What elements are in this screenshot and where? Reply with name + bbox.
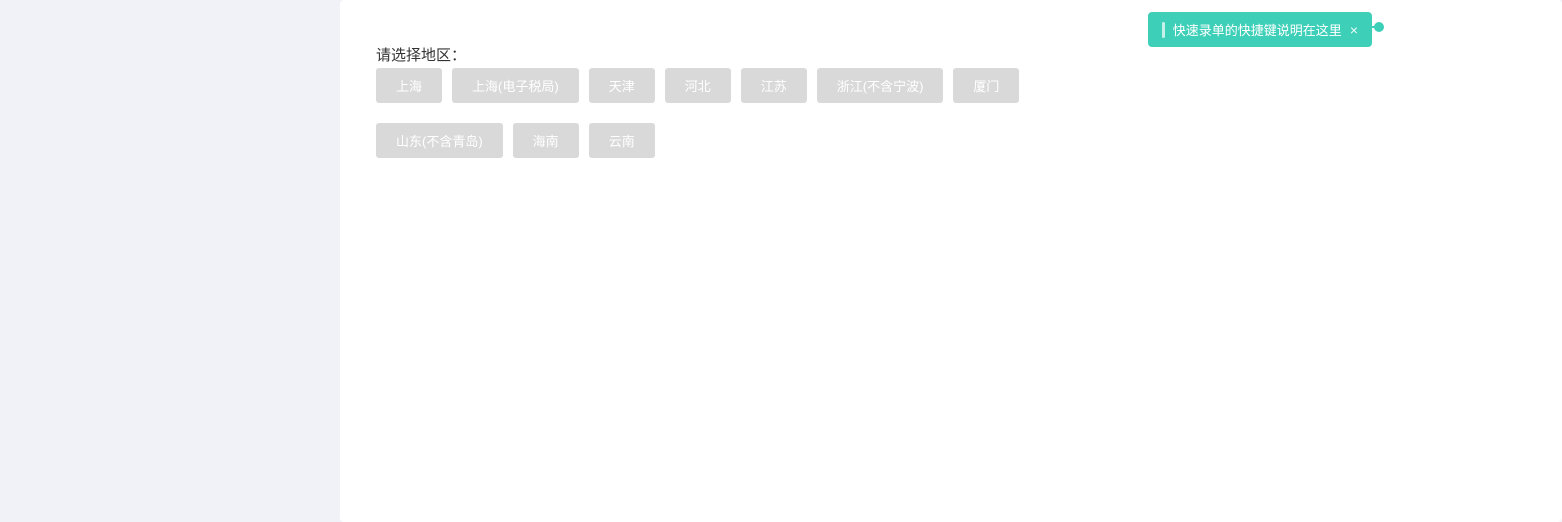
region-buttons-container: 上海 上海(电子税局) 天津 河北 江苏 浙江(不含宁波) 厦门 山东(不含青岛… bbox=[376, 68, 1276, 158]
region-buttons-row1: 上海 上海(电子税局) 天津 河北 江苏 浙江(不含宁波) 厦门 bbox=[376, 68, 1019, 103]
region-btn-shanghai-etax[interactable]: 上海(电子税局) bbox=[452, 68, 579, 103]
region-btn-hainan[interactable]: 海南 bbox=[513, 123, 579, 158]
region-btn-jiangsu[interactable]: 江苏 bbox=[741, 68, 807, 103]
tooltip-text: 快速录单的快捷键说明在这里 bbox=[1173, 20, 1342, 39]
region-btn-hebei[interactable]: 河北 bbox=[665, 68, 731, 103]
connector-dot bbox=[1374, 22, 1384, 32]
main-content: 请选择地区： 上海 上海(电子税局) 天津 河北 江苏 浙江(不含宁波) 厦门 … bbox=[340, 0, 1562, 522]
region-btn-shandong[interactable]: 山东(不含青岛) bbox=[376, 123, 503, 158]
region-buttons-row2: 山东(不含青岛) 海南 云南 bbox=[376, 123, 655, 158]
tooltip-banner: 快速录单的快捷键说明在这里 × bbox=[1148, 12, 1372, 47]
section-title: 请选择地区： bbox=[376, 44, 466, 65]
region-btn-shanghai[interactable]: 上海 bbox=[376, 68, 442, 103]
region-btn-tianjin[interactable]: 天津 bbox=[589, 68, 655, 103]
tooltip-bar bbox=[1162, 22, 1165, 38]
tooltip-close-icon[interactable]: × bbox=[1350, 23, 1358, 37]
region-btn-yunnan[interactable]: 云南 bbox=[589, 123, 655, 158]
left-sidebar bbox=[0, 0, 340, 522]
region-btn-xiamen[interactable]: 厦门 bbox=[953, 68, 1019, 103]
region-btn-zhejiang[interactable]: 浙江(不含宁波) bbox=[817, 68, 944, 103]
